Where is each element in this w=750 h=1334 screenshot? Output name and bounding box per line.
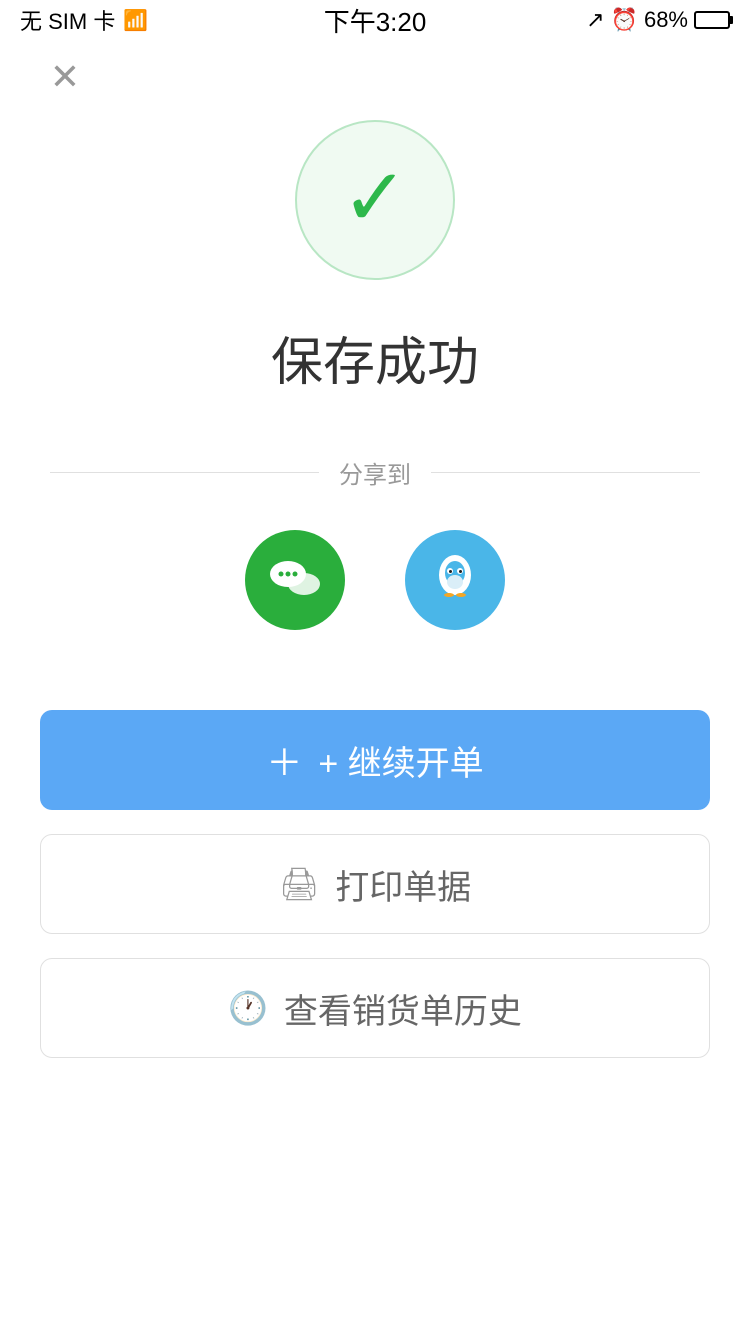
wifi-icon: 📶: [123, 8, 148, 33]
close-button[interactable]: ✕: [40, 52, 90, 102]
qq-share-button[interactable]: [405, 530, 505, 630]
history-label: 查看销货单历史: [284, 984, 522, 1033]
status-time: 下午3:20: [324, 2, 427, 39]
success-circle: ✓: [295, 120, 455, 280]
main-content: ✓ 保存成功 分享到: [0, 40, 750, 1058]
qq-icon: [429, 551, 481, 609]
location-icon: ↗: [586, 7, 604, 33]
plus-icon: ＋: [266, 734, 302, 786]
history-icon: 🕐: [228, 989, 268, 1027]
wechat-icon: [266, 556, 324, 604]
wechat-share-button[interactable]: [245, 530, 345, 630]
continue-button[interactable]: ＋ + 继续开单: [40, 710, 710, 810]
divider-left: [50, 472, 319, 473]
continue-label: + 继续开单: [318, 736, 483, 785]
status-bar: 无 SIM 卡 📶 下午3:20 ↗ ⏰ 68%: [0, 0, 750, 40]
battery-icon: [694, 11, 730, 29]
battery-percent: 68%: [644, 7, 688, 33]
print-button[interactable]: 🖨 打印单据: [40, 834, 710, 934]
divider-right: [431, 472, 700, 473]
share-icons-row: [245, 530, 505, 630]
success-title: 保存成功: [271, 320, 479, 395]
printer-icon: 🖨: [279, 865, 320, 903]
print-label: 打印单据: [335, 860, 471, 909]
share-divider-row: 分享到: [50, 455, 700, 490]
checkmark-icon: ✓: [341, 158, 408, 238]
no-sim-label: 无 SIM 卡: [20, 4, 115, 36]
history-button[interactable]: 🕐 查看销货单历史: [40, 958, 710, 1058]
alarm-icon: ⏰: [611, 7, 638, 33]
close-icon: ✕: [50, 59, 80, 95]
action-buttons: ＋ + 继续开单 🖨 打印单据 🕐 查看销货单历史: [40, 710, 710, 1058]
status-left: 无 SIM 卡 📶: [20, 4, 148, 36]
share-label: 分享到: [339, 455, 411, 490]
status-right: ↗ ⏰ 68%: [586, 7, 730, 33]
